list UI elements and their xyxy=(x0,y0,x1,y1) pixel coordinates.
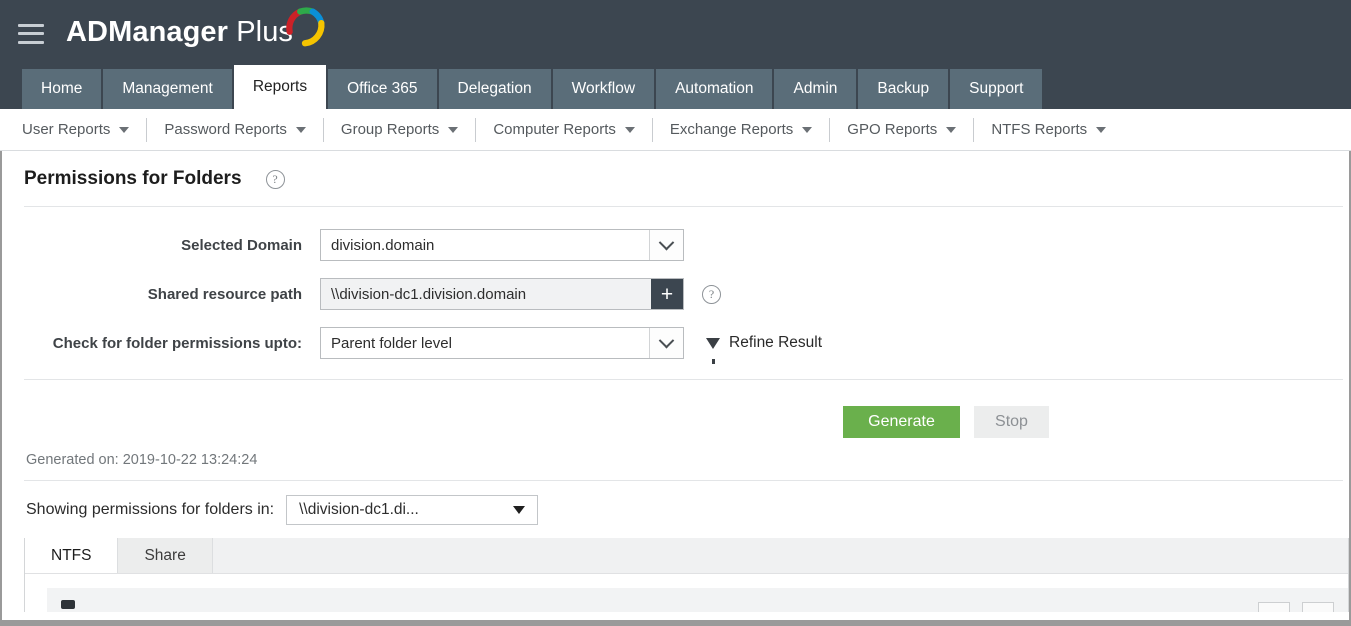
folder-permission-depth-value: Parent folder level xyxy=(331,334,452,352)
chevron-down-icon xyxy=(448,126,459,133)
nav-tab-backup[interactable]: Backup xyxy=(858,69,949,109)
form-divider xyxy=(24,379,1343,380)
folder-permission-depth-select[interactable]: Parent folder level xyxy=(320,327,684,359)
results-body xyxy=(25,574,1348,612)
chevron-down-icon xyxy=(649,328,683,358)
showing-folders-select[interactable]: \\division-dc1.di... xyxy=(286,495,539,525)
nav-tab-management[interactable]: Management xyxy=(103,69,232,109)
selected-domain-label: Selected Domain xyxy=(181,236,302,254)
report-form: Selected Domain division.domain Shared r… xyxy=(2,207,1349,364)
brand-name-bold: ADManager xyxy=(66,16,229,48)
brand-logo: ADManager Plus xyxy=(66,6,329,50)
generated-on-status: Generated on: 2019-10-22 13:24:24 xyxy=(26,452,258,468)
app-header: ADManager Plus xyxy=(0,0,1351,65)
results-tab-bar: NTFS Share xyxy=(25,538,1348,574)
shared-path-help-icon[interactable]: ? xyxy=(702,284,721,304)
showing-folders-row: Showing permissions for folders in: \\di… xyxy=(2,495,1349,525)
nav-tab-delegation[interactable]: Delegation xyxy=(438,69,551,109)
chevron-down-icon xyxy=(295,126,306,133)
chevron-down-icon xyxy=(946,126,957,133)
subnav-group-reports-label: Group Reports xyxy=(340,121,440,138)
manageengine-swoosh-icon xyxy=(286,6,325,46)
generate-button[interactable]: Generate xyxy=(843,406,960,438)
nav-tab-admin[interactable]: Admin xyxy=(774,69,857,109)
refine-result-label: Refine Result xyxy=(729,334,823,351)
toolbar-button-left[interactable] xyxy=(1258,602,1290,612)
subnav-exchange-reports[interactable]: Exchange Reports xyxy=(653,117,831,142)
folder-permission-depth-label: Check for folder permissions upto: xyxy=(52,334,302,352)
chevron-down-icon xyxy=(802,126,813,133)
sub-navigation: User Reports Password Reports Group Repo… xyxy=(0,109,1351,151)
table-icon xyxy=(61,599,75,609)
content-panel: Permissions for Folders ? Selected Domai… xyxy=(0,151,1351,626)
subnav-ntfs-reports[interactable]: NTFS Reports xyxy=(974,118,1123,142)
form-row-domain: Selected Domain division.domain xyxy=(2,229,1349,261)
tab-share[interactable]: Share xyxy=(118,538,213,573)
chevron-down-icon xyxy=(649,230,683,260)
nav-tab-automation[interactable]: Automation xyxy=(656,69,773,109)
form-row-shared-path: Shared resource path \\division-dc1.divi… xyxy=(2,278,1349,310)
subnav-password-reports[interactable]: Password Reports xyxy=(147,117,324,142)
chevron-down-icon xyxy=(119,126,130,133)
chevron-down-icon xyxy=(624,126,635,133)
subnav-group-reports[interactable]: Group Reports xyxy=(324,117,477,142)
form-row-depth: Check for folder permissions upto: Paren… xyxy=(2,327,1349,364)
tab-ntfs[interactable]: NTFS xyxy=(25,538,119,573)
hamburger-icon[interactable] xyxy=(18,23,44,44)
add-path-button[interactable]: + xyxy=(651,279,683,309)
main-navigation: Home Management Reports Office 365 Deleg… xyxy=(0,65,1351,109)
subnav-user-reports[interactable]: User Reports xyxy=(22,117,148,142)
refine-result-button[interactable]: Refine Result xyxy=(706,334,823,364)
page-title-row: Permissions for Folders ? xyxy=(2,151,1349,206)
brand-title: ADManager Plus xyxy=(66,16,293,49)
shared-resource-path-label: Shared resource path xyxy=(147,285,302,303)
action-buttons: Generate Stop xyxy=(2,406,1349,438)
subnav-password-reports-label: Password Reports xyxy=(164,121,287,138)
results-toolbar-buttons xyxy=(1258,602,1334,612)
nav-tab-reports[interactable]: Reports xyxy=(233,65,327,109)
nav-tab-home[interactable]: Home xyxy=(22,69,102,109)
subnav-user-reports-label: User Reports xyxy=(22,121,111,138)
filter-funnel-icon xyxy=(706,337,720,364)
subnav-gpo-reports-label: GPO Reports xyxy=(847,121,938,138)
showing-folders-value: \\division-dc1.di... xyxy=(299,501,419,518)
subnav-gpo-reports[interactable]: GPO Reports xyxy=(830,117,975,142)
window-bottom-edge xyxy=(2,620,1349,626)
nav-tab-support[interactable]: Support xyxy=(950,69,1043,109)
toolbar-button-right[interactable] xyxy=(1302,602,1334,612)
results-panel: NTFS Share xyxy=(24,538,1349,612)
stop-button[interactable]: Stop xyxy=(974,406,1049,438)
chevron-down-icon xyxy=(1096,126,1107,133)
shared-resource-path-field[interactable]: \\division-dc1.division.domain + xyxy=(320,278,684,310)
status-divider xyxy=(24,480,1343,481)
subnav-computer-reports[interactable]: Computer Reports xyxy=(476,117,653,142)
selected-domain-select[interactable]: division.domain xyxy=(320,229,684,261)
selected-domain-value: division.domain xyxy=(331,236,435,254)
subnav-computer-reports-label: Computer Reports xyxy=(493,121,616,138)
showing-folders-label: Showing permissions for folders in: xyxy=(26,501,275,518)
subnav-ntfs-reports-label: NTFS Reports xyxy=(991,121,1088,138)
subnav-exchange-reports-label: Exchange Reports xyxy=(669,121,794,138)
chevron-down-icon xyxy=(513,506,526,514)
page-title: Permissions for Folders xyxy=(24,168,242,189)
results-toolbar xyxy=(47,588,1348,612)
help-icon[interactable]: ? xyxy=(265,169,285,189)
nav-tab-office-365[interactable]: Office 365 xyxy=(328,69,437,109)
nav-tab-workflow[interactable]: Workflow xyxy=(552,69,655,109)
shared-resource-path-value: \\division-dc1.division.domain xyxy=(331,285,527,303)
